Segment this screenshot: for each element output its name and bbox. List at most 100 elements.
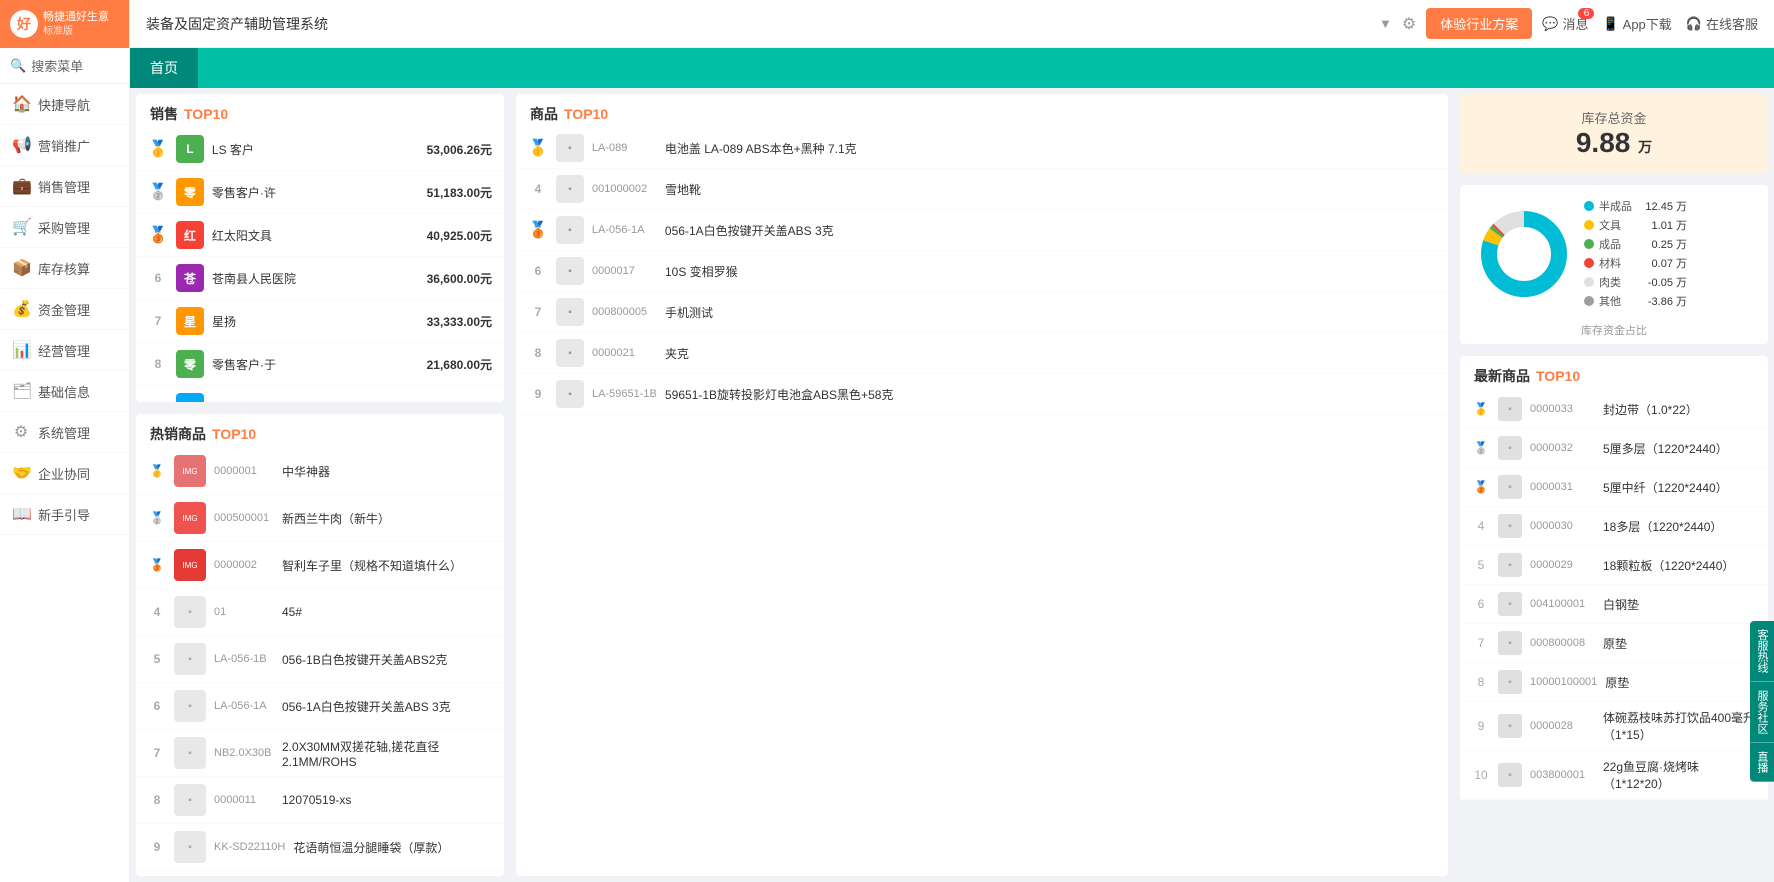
product-placeholder: ▪ <box>1498 514 1522 538</box>
product-thumbnail: IMG <box>174 455 206 487</box>
sidebar-item-purchase[interactable]: 🛒 采购管理 <box>0 207 129 248</box>
list-item: 7 ▪ 000800008 原垫 <box>1460 624 1768 663</box>
sidebar-item-inventory[interactable]: 📦 库存核算 <box>0 248 129 289</box>
sidebar-item-enterprise[interactable]: 🤝 企业协同 <box>0 453 129 494</box>
product-placeholder: ▪ <box>1498 397 1522 421</box>
table-row: 6 ▪ 0000017 10S 变相罗猴 <box>516 251 1448 292</box>
stock-unit: 万 <box>1638 139 1652 155</box>
product-placeholder: ▪ <box>1498 475 1522 499</box>
tabbar: 首页 <box>130 48 1774 88</box>
legend-item: 材料 0.07 万 <box>1584 255 1687 271</box>
list-item: 5 ▪ 0000029 18颗粒板（1220*2440） <box>1460 546 1768 585</box>
product-placeholder: ▪ <box>1498 670 1522 694</box>
content: 销售 TOP10 🥇 L LS 客户 53,006.26元 🥈 零 零售客户·许 <box>130 88 1774 882</box>
messages-button[interactable]: 💬 消息 6 <box>1542 14 1588 33</box>
avatar: 苍 <box>176 264 204 292</box>
table-row: 7 ▪ 000800005 手机测试 <box>516 292 1448 333</box>
product-placeholder: ▪ <box>174 690 206 722</box>
system-icon: ⚙ <box>12 422 30 442</box>
product-placeholder: ▪ <box>556 134 584 162</box>
legend-item: 肉类 -0.05 万 <box>1584 274 1687 290</box>
new-products-list: 🥇 ▪ 0000033 封边带（1.0*22） 🥈 ▪ 0000032 5厘多层… <box>1460 390 1768 800</box>
mobile-icon: 📱 <box>1602 16 1618 32</box>
stock-chart-card: 半成品 12.45 万 文具 1.01 万 成品 0.25 万 <box>1460 185 1768 344</box>
system-title: 装备及固定资产辅助管理系统 <box>146 14 1369 34</box>
online-service-button[interactable]: 🎧 在线客服 <box>1686 14 1758 33</box>
logo-text: 畅捷通好生意 标准版 <box>43 10 109 37</box>
topbar: 装备及固定资产辅助管理系统 ▼ ⚙ 体验行业方案 💬 消息 6 📱 App下载 … <box>130 0 1774 48</box>
sidebar-item-navigation[interactable]: 🏠 快捷导航 <box>0 84 129 125</box>
tab-home[interactable]: 首页 <box>130 48 198 88</box>
mid-panel: 商品 TOP10 🥇 ▪ LA-089 电池盖 LA-089 ABS本色+黑种 … <box>510 88 1454 882</box>
medal-icon: 🥇 <box>528 138 548 158</box>
product-placeholder: ▪ <box>174 643 206 675</box>
list-item: 🥈 IMG 000500001 新西兰牛肉（新牛） <box>136 495 504 542</box>
inventory-icon: 📦 <box>12 258 30 278</box>
community-button[interactable]: 服务社区 <box>1750 682 1774 743</box>
settings-icon[interactable]: ⚙ <box>1402 14 1416 34</box>
left-panel: 销售 TOP10 🥇 L LS 客户 53,006.26元 🥈 零 零售客户·许 <box>130 88 510 882</box>
purchase-icon: 🛒 <box>12 217 30 237</box>
service-icon: 🎧 <box>1686 16 1702 32</box>
product-placeholder: ▪ <box>556 216 584 244</box>
table-row: 9 ▪ LA-59651-1B 59651-1B旋转投影灯电池盒ABS黑色+58… <box>516 374 1448 415</box>
product-thumbnail: IMG <box>174 502 206 534</box>
table-row: 🥉 红 红太阳文具 40,925.00元 <box>136 214 504 257</box>
legend-item: 文具 1.01 万 <box>1584 217 1687 233</box>
app-download-button[interactable]: 📱 App下载 <box>1602 14 1671 33</box>
sidebar-item-finance[interactable]: 💰 资金管理 <box>0 289 129 330</box>
product-placeholder: ▪ <box>1498 714 1522 738</box>
legend-item: 半成品 12.45 万 <box>1584 198 1687 214</box>
avatar: 云 <box>176 393 204 402</box>
hot-products-header: 热销商品 TOP10 <box>136 414 504 448</box>
avatar: 零 <box>176 350 204 378</box>
donut-chart <box>1474 204 1574 304</box>
sales-icon: 💼 <box>12 176 30 196</box>
list-item: 9 ▪ KK-SD22110H 花语萌恒温分腿睡袋（厚款） <box>136 824 504 871</box>
customer-rank-card: 销售 TOP10 🥇 L LS 客户 53,006.26元 🥈 零 零售客户·许 <box>136 94 504 402</box>
sidebar-item-basics[interactable]: 🗂 基础信息 <box>0 371 129 412</box>
sidebar-item-guide[interactable]: 📖 新手引导 <box>0 494 129 535</box>
list-item: 8 ▪ 10000100001 原垫 <box>1460 663 1768 702</box>
avatar: 星 <box>176 307 204 335</box>
list-item: 🥉 ▪ 0000031 5厘中纤（1220*2440） <box>1460 468 1768 507</box>
list-item: 6 ▪ 004100001 白钢垫 <box>1460 585 1768 624</box>
guide-icon: 📖 <box>12 504 30 524</box>
legend-item: 成品 0.25 万 <box>1584 236 1687 252</box>
list-item: 6 ▪ LA-056-1A 056-1A白色按键开关盖ABS 3克 <box>136 683 504 730</box>
avatar: 零 <box>176 178 204 206</box>
list-item: 🥈 ▪ 0000032 5厘多层（1220*2440） <box>1460 429 1768 468</box>
product-placeholder: ▪ <box>556 175 584 203</box>
search-menu[interactable]: 🔍 搜索菜单 <box>0 48 129 84</box>
dropdown-icon[interactable]: ▼ <box>1379 16 1392 31</box>
medal-icon: 🥇 <box>148 139 168 159</box>
table-row: 🥈 零 零售客户·许 51,183.00元 <box>136 171 504 214</box>
marketing-icon: 📢 <box>12 135 30 155</box>
sidebar-logo: 好 畅捷通好生意 标准版 <box>0 0 129 48</box>
right-panel: 库存总资金 9.88 万 <box>1454 88 1774 882</box>
customer-rank-header: 销售 TOP10 <box>136 94 504 128</box>
basics-icon: 🗂 <box>12 381 30 401</box>
topbar-actions: 💬 消息 6 📱 App下载 🎧 在线客服 <box>1542 14 1758 33</box>
live-button[interactable]: 直播 <box>1750 743 1774 782</box>
table-row: 9 云 云扬 7,680.00元 <box>136 386 504 402</box>
new-products-card: 最新商品 TOP10 🥇 ▪ 0000033 封边带（1.0*22） 🥈 ▪ 0… <box>1460 356 1768 800</box>
sidebar-item-system[interactable]: ⚙ 系统管理 <box>0 412 129 453</box>
sidebar-item-sales[interactable]: 💼 销售管理 <box>0 166 129 207</box>
list-item: 4 ▪ 01 45# <box>136 589 504 636</box>
new-products-header: 最新商品 TOP10 <box>1460 356 1768 390</box>
table-row: 🥉 ▪ LA-056-1A 056-1A白色按键开关盖ABS 3克 <box>516 210 1448 251</box>
sidebar-item-operations[interactable]: 📊 经营管理 <box>0 330 129 371</box>
trial-button[interactable]: 体验行业方案 <box>1426 8 1532 39</box>
customer-service-button[interactable]: 客服热线 <box>1750 621 1774 682</box>
product-placeholder: ▪ <box>1498 436 1522 460</box>
sidebar-item-marketing[interactable]: 📢 营销推广 <box>0 125 129 166</box>
float-buttons: 客服热线 服务社区 直播 <box>1750 621 1774 782</box>
table-row: 4 ▪ 001000002 雪地靴 <box>516 169 1448 210</box>
message-icon: 💬 <box>1542 16 1558 32</box>
operations-icon: 📊 <box>12 340 30 360</box>
table-row: 8 ▪ 0000021 夹克 <box>516 333 1448 374</box>
table-row: 🥇 ▪ LA-089 电池盖 LA-089 ABS本色+黑种 7.1克 <box>516 128 1448 169</box>
list-item: 4 ▪ 0000030 18多层（1220*2440） <box>1460 507 1768 546</box>
stock-value: 9.88 万 <box>1474 127 1754 159</box>
